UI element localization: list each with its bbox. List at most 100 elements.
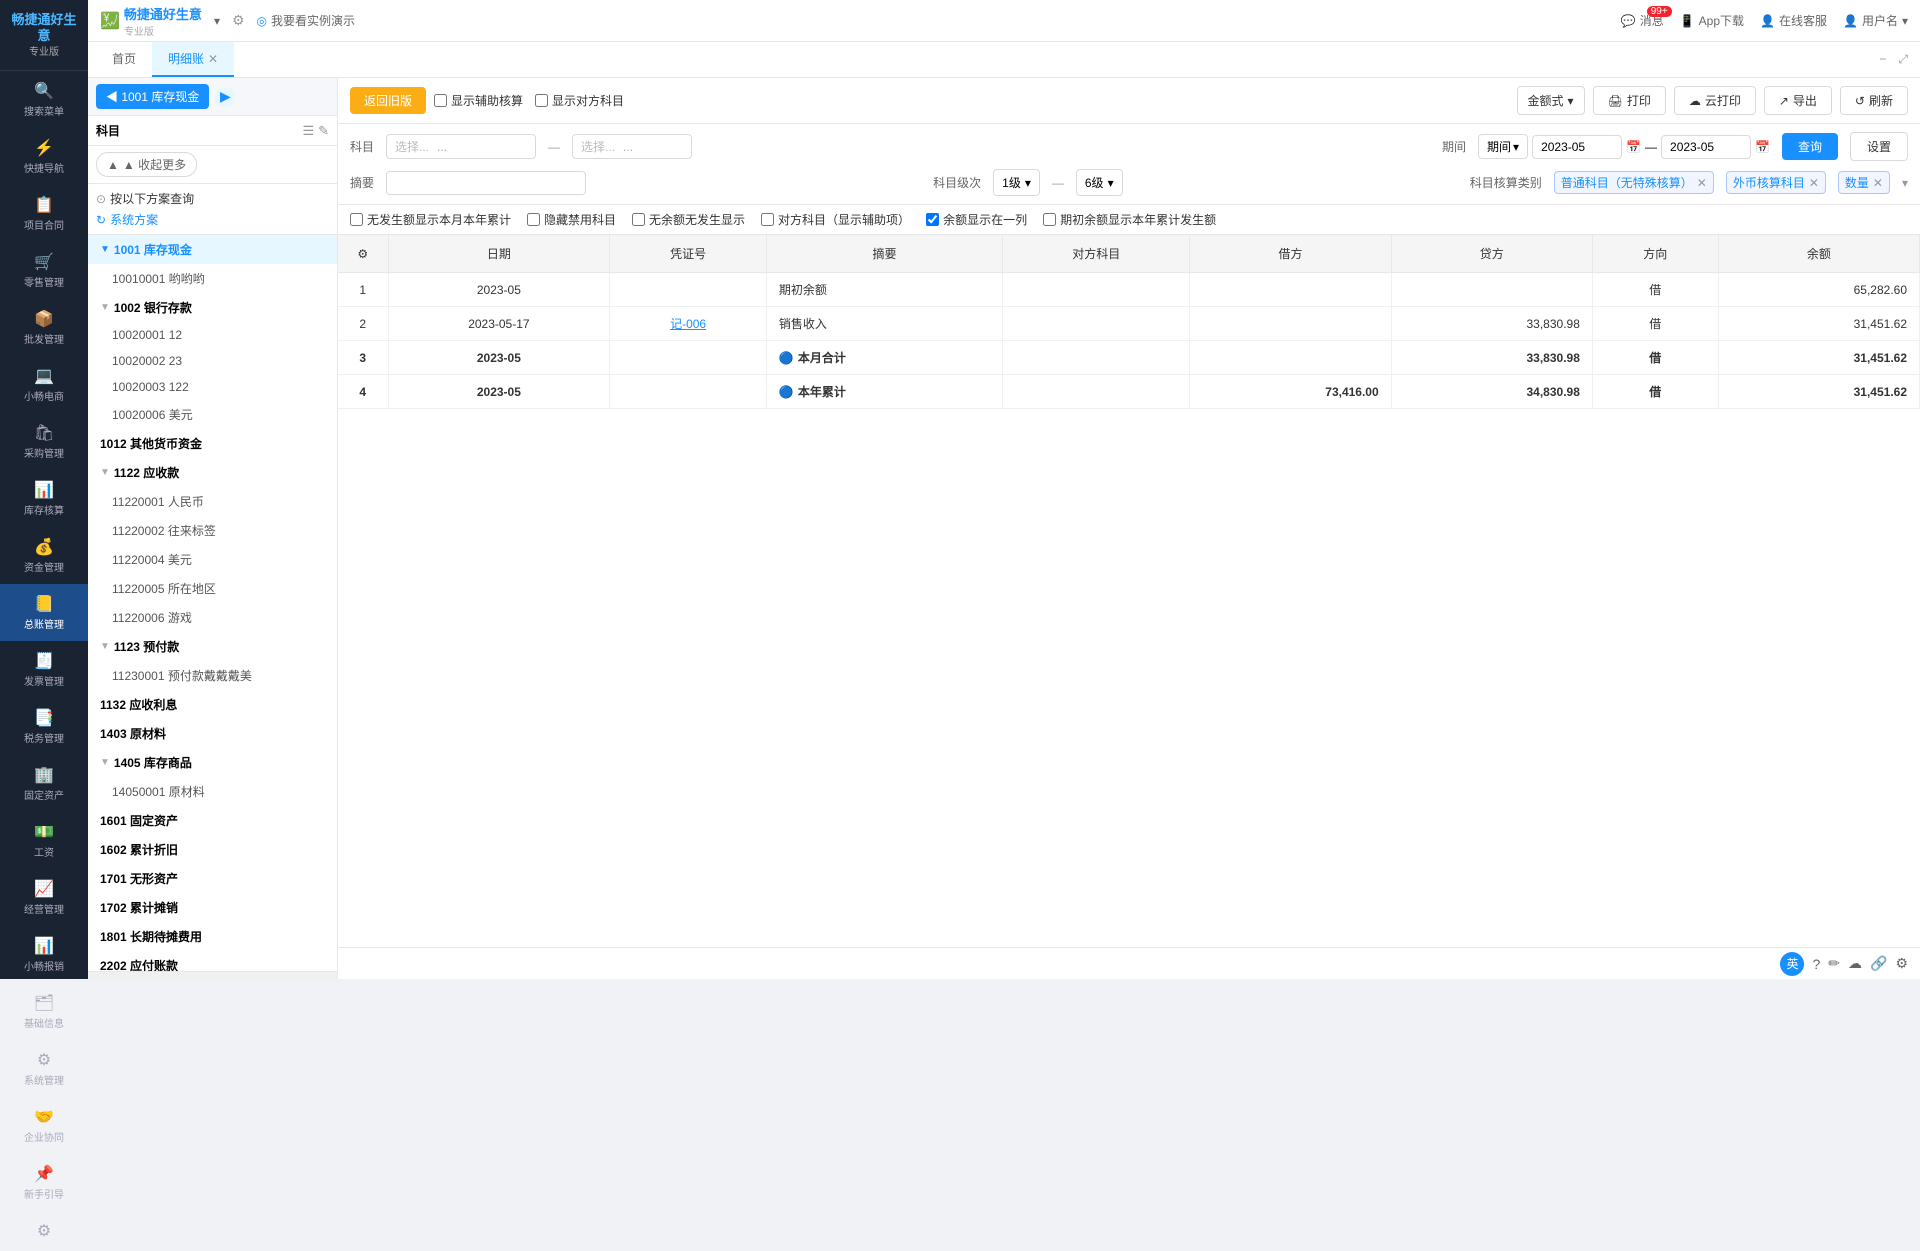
checkbox-balance-one-col-input[interactable] (926, 213, 939, 226)
period-type-select[interactable]: 期间 ▾ (1478, 134, 1528, 159)
expand-more-button[interactable]: ▲ ▲ 收起更多 (96, 152, 197, 177)
sidebar-nav-business[interactable]: 📈 经营管理 (0, 869, 88, 926)
tree-scrollbar[interactable] (88, 971, 337, 979)
period-end-input[interactable] (1661, 135, 1751, 159)
account-item-1132[interactable]: 1132 应收利息 (88, 690, 337, 719)
checkbox-no-balance[interactable]: 无余额无发生显示 (632, 211, 745, 228)
back-to-old-btn[interactable]: 返回旧版 (350, 87, 426, 114)
account-item-1405[interactable]: ▼ 1405 库存商品 (88, 748, 337, 777)
account-item-1601[interactable]: 1601 固定资产 (88, 806, 337, 835)
tag-2-close[interactable]: ✕ (1809, 176, 1819, 190)
account-item-10020006[interactable]: 10020006 美元 (88, 400, 337, 429)
bottom-icon-link[interactable]: 🔗 (1870, 955, 1887, 972)
account-item-11220005[interactable]: 11220005 所在地区 (88, 574, 337, 603)
bottom-icon-help[interactable]: ? (1812, 956, 1820, 972)
sidebar-nav-enterprise[interactable]: 🤝 企业协同 (0, 1097, 88, 1154)
period-calendar-icon-start[interactable]: 📅 (1626, 140, 1641, 154)
tab-minus-icon[interactable]: − (1875, 50, 1890, 69)
bottom-icon-translate[interactable]: 英 (1780, 952, 1804, 976)
tag-1-close[interactable]: ✕ (1697, 176, 1707, 190)
topbar-demo-link[interactable]: ◎ 我要看实例演示 (257, 12, 356, 29)
sidebar-nav-retail[interactable]: 🛒 零售管理 (0, 242, 88, 299)
tab-close-icon[interactable]: ✕ (208, 52, 218, 66)
subject-select-end[interactable]: 选择... ... (572, 134, 692, 159)
account-edit-icon[interactable]: ✎ (318, 123, 329, 139)
checkbox-no-balance-input[interactable] (632, 213, 645, 226)
topbar-app-download[interactable]: 📱 App下载 (1680, 12, 1744, 29)
sidebar-nav-capital[interactable]: 💰 资金管理 (0, 527, 88, 584)
account-item-10020003[interactable]: 10020003 122 (88, 374, 337, 400)
tab-home[interactable]: 首页 (96, 42, 152, 77)
sidebar-nav-quick[interactable]: ⚡ 快捷导航 (0, 128, 88, 185)
topbar-user[interactable]: 👤 用户名 ▾ (1843, 12, 1908, 29)
show-aux-input[interactable] (434, 94, 447, 107)
account-item-1001[interactable]: ▼ 1001 库存现金 (88, 235, 337, 264)
checkbox-contra-show[interactable]: 对方科目（显示辅助项） (761, 211, 910, 228)
topbar-dropdown-icon[interactable]: ▾ (214, 14, 220, 28)
tab-expand-icon[interactable]: ⤢ (1894, 50, 1912, 69)
account-item-1403[interactable]: 1403 原材料 (88, 719, 337, 748)
tag-3-close[interactable]: ✕ (1873, 176, 1883, 190)
account-item-1602[interactable]: 1602 累计折旧 (88, 835, 337, 864)
account-item-1002[interactable]: ▼ 1002 银行存款 (88, 293, 337, 322)
row-2-voucher[interactable]: 记-006 (610, 307, 767, 341)
export-btn[interactable]: ↗ 导出 (1764, 86, 1832, 115)
account-item-11230001[interactable]: 11230001 预付款戴戴戴美 (88, 661, 337, 690)
sidebar-nav-general[interactable]: 📒 总账管理 (0, 584, 88, 641)
sidebar-settings-icon[interactable]: ⚙ (37, 1223, 51, 1240)
checkbox-period-balance[interactable]: 期初余额显示本年累计发生额 (1043, 211, 1216, 228)
account-item-11220004[interactable]: 11220004 美元 (88, 545, 337, 574)
account-item-1123[interactable]: ▼ 1123 预付款 (88, 632, 337, 661)
amount-style-btn[interactable]: 金额式 ▾ (1517, 86, 1585, 115)
checkbox-no-occur[interactable]: 无发生额显示本月本年累计 (350, 211, 511, 228)
account-item-1122[interactable]: ▼ 1122 应收款 (88, 458, 337, 487)
bottom-icon-cloud[interactable]: ☁ (1848, 955, 1862, 972)
tag-dropdown-icon[interactable]: ▾ (1902, 176, 1908, 190)
account-item-2202[interactable]: 2202 应付账款 (88, 951, 337, 971)
show-contra-input[interactable] (535, 94, 548, 107)
show-contra-checkbox[interactable]: 显示对方科目 (535, 92, 624, 109)
bottom-icon-edit[interactable]: ✏ (1828, 955, 1840, 972)
query-button[interactable]: 查询 (1782, 133, 1838, 160)
account-item-10010001[interactable]: 10010001 哟哟哟 (88, 264, 337, 293)
account-list-icon[interactable]: ☰ (302, 123, 314, 139)
sidebar-nav-base[interactable]: 🗂 基础信息 (0, 983, 88, 1040)
checkbox-no-occur-input[interactable] (350, 213, 363, 226)
sidebar-nav-system[interactable]: ⚙ 系统管理 (0, 1040, 88, 1097)
col-settings[interactable]: ⚙ (338, 235, 388, 273)
account-item-14050001[interactable]: 14050001 原材料 (88, 777, 337, 806)
period-calendar-icon-end[interactable]: 📅 (1755, 140, 1770, 154)
account-item-10020002[interactable]: 10020002 23 (88, 348, 337, 374)
checkbox-hide-disabled-input[interactable] (527, 213, 540, 226)
sidebar-nav-guide[interactable]: 📌 新手引导 (0, 1154, 88, 1211)
account-item-1701[interactable]: 1701 无形资产 (88, 864, 337, 893)
account-item-10020001[interactable]: 10020001 12 (88, 322, 337, 348)
period-start-input[interactable] (1532, 135, 1622, 159)
sidebar-nav-inventory[interactable]: 📊 库存核算 (0, 470, 88, 527)
sidebar-nav-salary[interactable]: 💵 工资 (0, 812, 88, 869)
account-arrow-right[interactable]: ▶ (215, 87, 235, 107)
checkbox-contra-show-input[interactable] (761, 213, 774, 226)
voucher-link-006[interactable]: 记-006 (670, 317, 706, 331)
account-item-11220002[interactable]: 11220002 往来标签 (88, 516, 337, 545)
settings-circle-icon[interactable]: ⊙ (96, 192, 106, 206)
level-start-select[interactable]: 1级 ▾ (993, 169, 1040, 196)
account-item-11220001[interactable]: 11220001 人民币 (88, 487, 337, 516)
account-item-11220006[interactable]: 11220006 游戏 (88, 603, 337, 632)
subject-select[interactable]: 选择... ... (386, 134, 536, 159)
topbar-settings-icon[interactable]: ⚙ (232, 12, 245, 29)
account-item-1012[interactable]: 1012 其他货币资金 (88, 429, 337, 458)
sidebar-nav-wholesale[interactable]: 📦 批发管理 (0, 299, 88, 356)
sidebar-nav-purchase[interactable]: 🛍 采购管理 (0, 413, 88, 470)
settings-button[interactable]: 设置 (1850, 132, 1908, 161)
sidebar-nav-report[interactable]: 📊 小畅报销 (0, 926, 88, 983)
topbar-online-service[interactable]: 👤 在线客服 (1760, 12, 1827, 29)
topbar-message[interactable]: 💬 消息 99+ (1621, 12, 1664, 29)
account-item-1702[interactable]: 1702 累计摊销 (88, 893, 337, 922)
sidebar-nav-invoice[interactable]: 🧾 发票管理 (0, 641, 88, 698)
checkbox-hide-disabled[interactable]: 隐藏禁用科目 (527, 211, 616, 228)
cloud-print-btn[interactable]: ☁ 云打印 (1674, 86, 1756, 115)
print-btn[interactable]: 🖨 打印 (1593, 86, 1666, 115)
bottom-icon-settings[interactable]: ⚙ (1895, 955, 1908, 972)
tab-detail[interactable]: 明细账 ✕ (152, 42, 234, 77)
